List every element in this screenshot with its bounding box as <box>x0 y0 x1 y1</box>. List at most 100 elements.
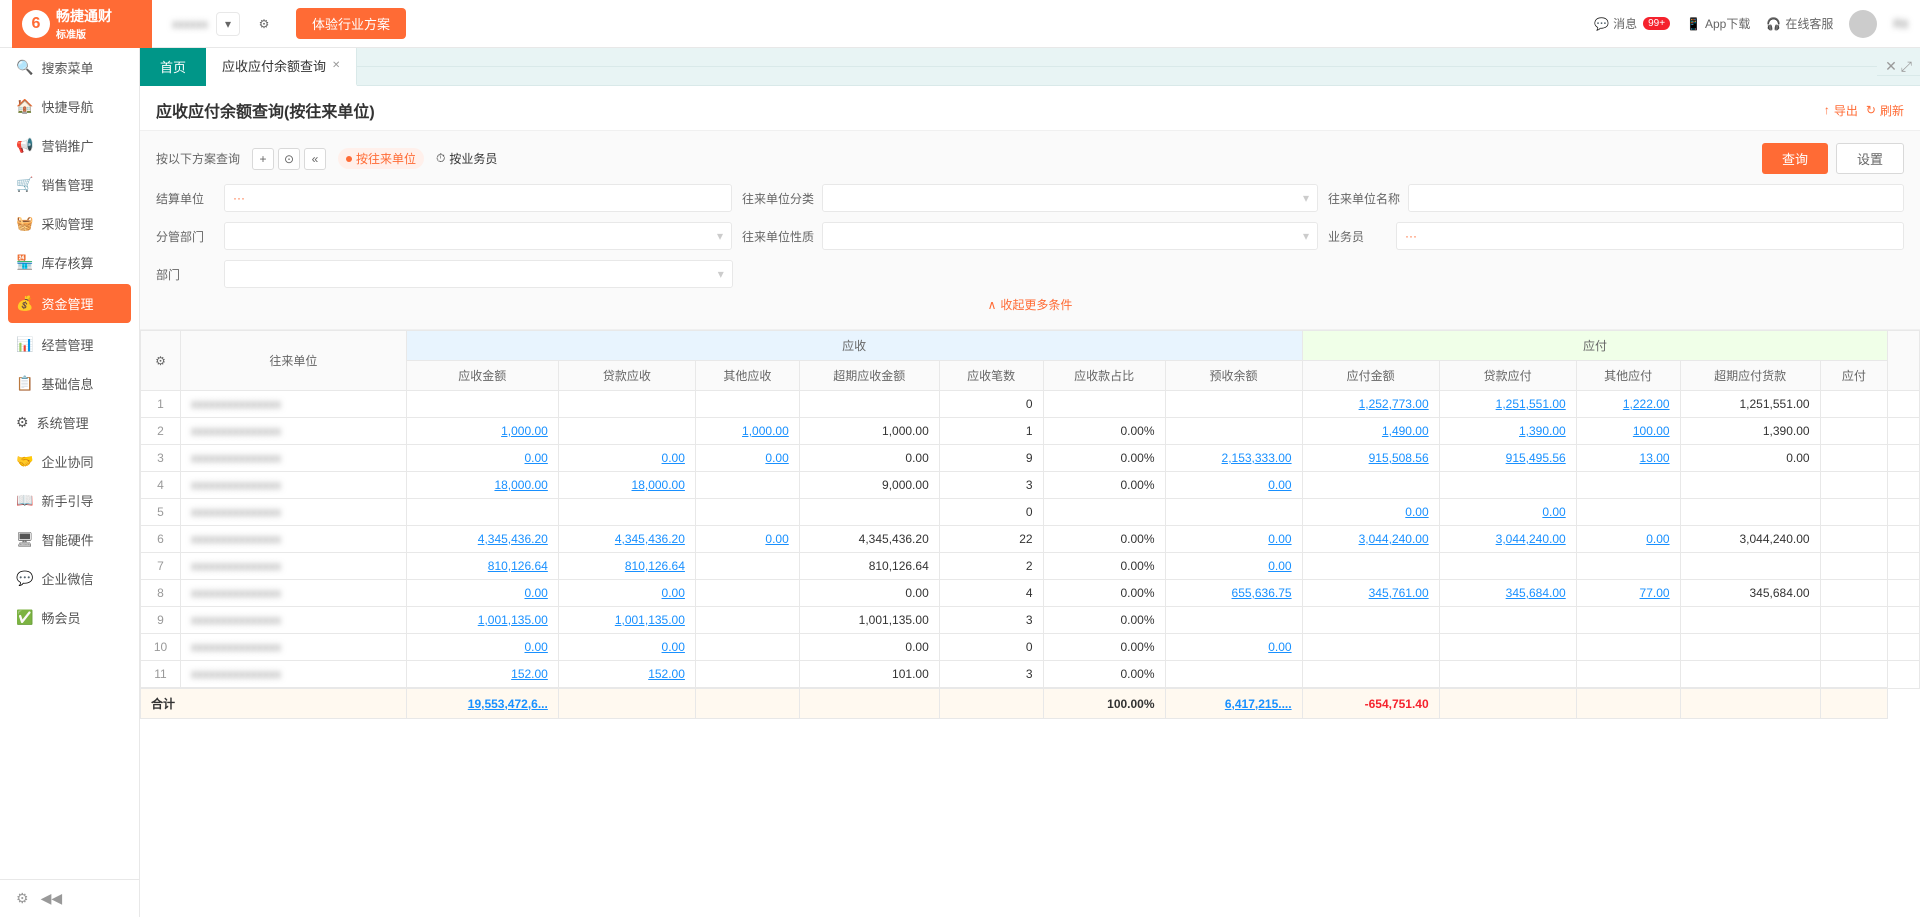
cell-yingshou-amount[interactable]: 1,001,135.00 <box>406 607 558 634</box>
cell-yingshou-amount[interactable]: 4,345,436.20 <box>406 526 558 553</box>
cell-yushou-balance[interactable]: 0.00 <box>1165 553 1302 580</box>
salesperson-input[interactable]: ··· <box>1396 222 1904 250</box>
sidebar-item-finance[interactable]: 💰 资金管理 <box>8 284 131 323</box>
tab-fullscreen-icon[interactable]: ⤢ <box>1901 58 1912 75</box>
sidebar-item-purchase[interactable]: 🧺 采购管理 <box>0 204 139 243</box>
cell-daikuan-yingshou[interactable]: 0.00 <box>558 580 695 607</box>
cell-yingshou-amount[interactable]: 18,000.00 <box>406 472 558 499</box>
collapse-bar[interactable]: ∧ 收起更多条件 <box>156 292 1904 317</box>
tab-home[interactable]: 首页 <box>140 48 206 86</box>
cell-daikuan-yingfu[interactable]: 345,684.00 <box>1439 580 1576 607</box>
breadcrumb-dropdown[interactable]: ▾ <box>216 12 240 36</box>
cell-other-yingfu[interactable]: 1,222.00 <box>1576 391 1680 418</box>
cell-daikuan-yingshou[interactable]: 1,001,135.00 <box>558 607 695 634</box>
cell-yingfu-amount[interactable]: 915,508.56 <box>1302 445 1439 472</box>
cell-yingshou-amount[interactable]: 1,000.00 <box>406 418 558 445</box>
cell-yingshou-amount[interactable]: 0.00 <box>406 445 558 472</box>
sidebar-item-sys-manage[interactable]: ⚙ 系统管理 <box>0 403 139 442</box>
summary-yingshou-amount[interactable]: 19,553,472,6... <box>406 688 558 719</box>
cell-other-yingshou[interactable]: 0.00 <box>695 526 799 553</box>
sidebar-collapse-icon[interactable]: ◀◀ <box>41 890 63 907</box>
cell-yushou-balance[interactable]: 2,153,333.00 <box>1165 445 1302 472</box>
dept-manage-input[interactable]: ▾ <box>224 222 732 250</box>
partner-nature-input[interactable]: ▾ <box>822 222 1318 250</box>
partner-category-input[interactable]: ▾ <box>822 184 1318 212</box>
settings-button[interactable]: 设置 <box>1836 143 1904 174</box>
sidebar-item-member[interactable]: ✅ 畅会员 <box>0 598 139 637</box>
cell-other-yingshou[interactable]: 0.00 <box>695 445 799 472</box>
dept-input[interactable]: ▾ <box>224 260 733 288</box>
cell-daikuan-yingfu[interactable]: 915,495.56 <box>1439 445 1576 472</box>
add-filter-button[interactable]: + <box>252 148 274 170</box>
app-download-item[interactable]: 📱 App下载 <box>1686 15 1750 32</box>
cell-yingshou-amount[interactable]: 810,126.64 <box>406 553 558 580</box>
summary-yushou-balance[interactable]: 6,417,215.... <box>1165 688 1302 719</box>
cell-yushou-balance[interactable]: 0.00 <box>1165 526 1302 553</box>
jiesuan-input[interactable]: ··· <box>224 184 732 212</box>
sidebar-item-guide[interactable]: 📖 新手引导 <box>0 481 139 520</box>
cell-yingshou-ratio <box>1043 391 1165 418</box>
cell-other-yingfu[interactable]: 100.00 <box>1576 418 1680 445</box>
user-avatar[interactable] <box>1849 10 1877 38</box>
sidebar-settings-icon[interactable]: ⚙ <box>16 890 29 907</box>
sidebar-label-smart-hw: 智能硬件 <box>42 530 94 549</box>
cell-daikuan-yingshou[interactable]: 810,126.64 <box>558 553 695 580</box>
sidebar-item-sales[interactable]: 🛒 销售管理 <box>0 165 139 204</box>
cell-yingshou-amount[interactable]: 0.00 <box>406 634 558 661</box>
sidebar-item-quick-nav[interactable]: 🏠 快捷导航 <box>0 87 139 126</box>
sidebar-item-search[interactable]: 🔍 搜索菜单 <box>0 48 139 87</box>
partner-name-input[interactable] <box>1408 184 1904 212</box>
cell-daikuan-yingfu[interactable]: 0.00 <box>1439 499 1576 526</box>
cell-daikuan-yingfu[interactable]: 1,251,551.00 <box>1439 391 1576 418</box>
top-bar-right: 💬 消息 99+ 📱 App下载 🎧 在线客服 Rit <box>1594 10 1908 38</box>
tab-query[interactable]: 应收应付余额查询 ✕ <box>206 48 357 86</box>
filter-by-salesperson[interactable]: ⏱ 按业务员 <box>428 148 505 169</box>
cell-daikuan-yingfu[interactable]: 3,044,240.00 <box>1439 526 1576 553</box>
th-config[interactable]: ⚙ <box>141 331 181 391</box>
sidebar-item-enterprise[interactable]: 🤝 企业协同 <box>0 442 139 481</box>
online-service-item[interactable]: 🎧 在线客服 <box>1766 15 1833 32</box>
row-number: 4 <box>141 472 181 499</box>
th-yingfu-last: 应付 <box>1820 361 1888 391</box>
refresh-button[interactable]: ↻ 刷新 <box>1866 102 1904 119</box>
cell-yingfu-amount[interactable]: 3,044,240.00 <box>1302 526 1439 553</box>
cell-other-yingfu[interactable]: 77.00 <box>1576 580 1680 607</box>
cell-daikuan-yingshou[interactable]: 0.00 <box>558 634 695 661</box>
cell-yingfu-amount[interactable]: 1,490.00 <box>1302 418 1439 445</box>
sidebar-item-management[interactable]: 📊 经营管理 <box>0 325 139 364</box>
promo-button[interactable]: 体验行业方案 <box>296 8 406 39</box>
cell-yushou-balance[interactable]: 655,636.75 <box>1165 580 1302 607</box>
sidebar-item-smart-hw[interactable]: 🖥 智能硬件 <box>0 520 139 559</box>
query-button[interactable]: 查询 <box>1762 143 1828 174</box>
summary-overdue-yingshou <box>799 688 939 719</box>
sidebar-item-basic-info[interactable]: 📋 基础信息 <box>0 364 139 403</box>
cell-yushou-balance[interactable]: 0.00 <box>1165 634 1302 661</box>
cell-yingfu-amount[interactable]: 345,761.00 <box>1302 580 1439 607</box>
collapse-filter-button[interactable]: « <box>304 148 326 170</box>
cell-yingfu-amount[interactable]: 1,252,773.00 <box>1302 391 1439 418</box>
settings-gear-icon[interactable]: ⚙ <box>248 8 280 40</box>
cell-other-yingfu[interactable]: 13.00 <box>1576 445 1680 472</box>
cell-daikuan-yingshou[interactable]: 152.00 <box>558 661 695 689</box>
settings-filter-button[interactable]: ⊙ <box>278 148 300 170</box>
export-button[interactable]: ↑ 导出 <box>1824 102 1858 119</box>
cell-daikuan-yingshou[interactable]: 4,345,436.20 <box>558 526 695 553</box>
cell-other-yingshou[interactable]: 1,000.00 <box>695 418 799 445</box>
sidebar-item-wechat[interactable]: 💬 企业微信 <box>0 559 139 598</box>
cell-yingshou-amount[interactable]: 0.00 <box>406 580 558 607</box>
sidebar-item-inventory[interactable]: 🏪 库存核算 <box>0 243 139 282</box>
collapse-up-icon: ∧ <box>988 298 997 312</box>
cell-extra <box>1888 661 1920 689</box>
tab-close-window-icon[interactable]: ✕ <box>1885 58 1897 75</box>
filter-by-partner[interactable]: 按往来单位 <box>338 148 424 169</box>
sidebar-item-marketing[interactable]: 📢 营销推广 <box>0 126 139 165</box>
cell-daikuan-yingshou[interactable]: 0.00 <box>558 445 695 472</box>
cell-daikuan-yingshou[interactable]: 18,000.00 <box>558 472 695 499</box>
cell-daikuan-yingfu[interactable]: 1,390.00 <box>1439 418 1576 445</box>
message-item[interactable]: 💬 消息 99+ <box>1594 15 1670 32</box>
cell-yingfu-amount[interactable]: 0.00 <box>1302 499 1439 526</box>
cell-yushou-balance[interactable]: 0.00 <box>1165 472 1302 499</box>
cell-other-yingfu[interactable]: 0.00 <box>1576 526 1680 553</box>
tab-close-icon[interactable]: ✕ <box>332 60 340 71</box>
cell-yingshou-amount[interactable]: 152.00 <box>406 661 558 689</box>
